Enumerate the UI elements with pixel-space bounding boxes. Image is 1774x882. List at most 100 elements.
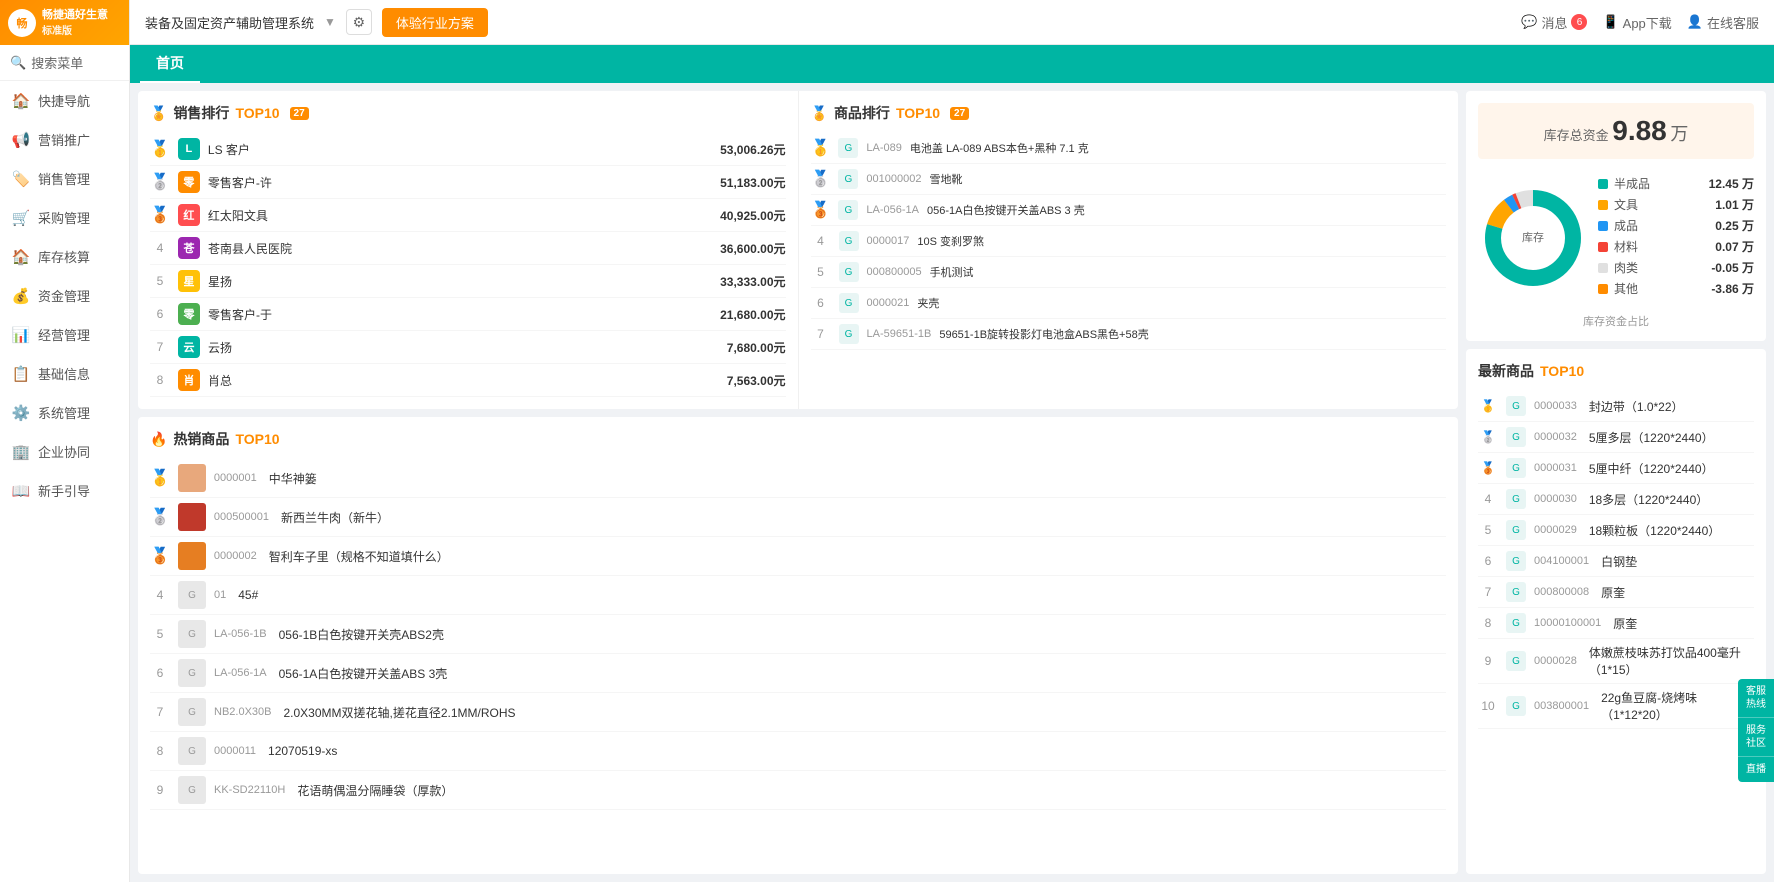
silver-medal-icon: 🥈 <box>150 172 170 192</box>
product-thumbnail: G <box>178 737 206 765</box>
product-top10-label: TOP10 <box>896 105 940 121</box>
list-item: 9 G 0000028 体嫩蔗枝味苏打饮品400毫升（1*15） <box>1478 639 1754 684</box>
product-ranking: 🏅 商品排行 TOP10 27 🥇 G LA-089 电池盖 LA-089 AB… <box>799 91 1459 409</box>
rank-number: 🥈 <box>1478 430 1498 444</box>
product-code: 000800005 <box>867 266 922 278</box>
table-row: 5 G 000800005 手机测试 <box>811 257 1447 288</box>
rank-amount: 7,563.00元 <box>727 372 786 389</box>
product-icon: G <box>839 262 859 282</box>
bronze-medal-icon: 🥉 <box>150 546 170 566</box>
sidebar-nav: 🏠 快捷导航 📢 营销推广 🏷️ 销售管理 🛒 采购管理 🏠 库存核算 💰 资金… <box>0 81 129 510</box>
product-code: 000800008 <box>1534 586 1589 598</box>
online-service-button[interactable]: 👤 在线客服 <box>1687 13 1759 32</box>
product-icon: G <box>838 200 858 220</box>
sidebar-item-quick-nav[interactable]: 🏠 快捷导航 <box>0 81 129 120</box>
nav-label-system: 系统管理 <box>38 403 90 422</box>
trial-button[interactable]: 体验行业方案 <box>382 8 488 37</box>
sidebar-item-basic-info[interactable]: 📋 基础信息 <box>0 354 129 393</box>
product-code: LA-056-1B <box>214 628 267 640</box>
product-name: 原奎 <box>1613 615 1754 632</box>
sidebar-item-sales[interactable]: 🏷️ 销售管理 <box>0 159 129 198</box>
list-item: 🥉 0000002 智利车子里（规格不知道填什么） <box>150 537 1446 576</box>
inventory-total-label: 库存总资金 <box>1544 128 1609 143</box>
nav-label-inventory: 库存核算 <box>38 247 90 266</box>
settings-button[interactable]: ⚙ <box>346 9 372 35</box>
inventory-card: 库存总资金 9.88 万 <box>1466 91 1766 341</box>
rank-avatar: L <box>178 138 200 160</box>
list-item: 5 G LA-056-1B 056-1B白色按键开关壳ABS2壳 <box>150 615 1446 654</box>
legend-dot <box>1598 221 1608 231</box>
rank-avatar: 肖 <box>178 369 200 391</box>
rank-number: 4 <box>150 241 170 255</box>
sales-badge: 27 <box>290 107 309 120</box>
sidebar-item-operation[interactable]: 📊 经营管理 <box>0 315 129 354</box>
search-menu[interactable]: 🔍 搜索菜单 <box>0 45 129 81</box>
legend-item-semifinished: 半成品 12.45 万 <box>1598 175 1754 192</box>
product-code: 01 <box>214 589 226 601</box>
search-icon: 🔍 <box>10 55 26 71</box>
rank-number: 6 <box>811 296 831 310</box>
list-item: 7 G NB2.0X30B 2.0X30MM双搓花轴,搓花直径2.1MM/ROH… <box>150 693 1446 732</box>
basic-info-icon: 📋 <box>12 365 30 383</box>
float-customer-service[interactable]: 客服热线 <box>1738 679 1774 718</box>
guide-icon: 📖 <box>12 482 30 500</box>
message-icon: 💬 <box>1521 14 1537 30</box>
product-icon: G <box>1506 696 1526 716</box>
sidebar-badge: 标准版 <box>42 22 108 37</box>
product-rank-table: 🥇 G LA-089 电池盖 LA-089 ABS本色+黑种 7.1 克 🥈 G… <box>811 133 1447 350</box>
rank-number: 8 <box>1478 616 1498 630</box>
product-name: 花语萌偶温分隔睡袋（厚款） <box>297 782 1446 799</box>
sidebar-item-enterprise[interactable]: 🏢 企业协同 <box>0 432 129 471</box>
rank-amount: 53,006.26元 <box>720 141 785 158</box>
nav-label-quick: 快捷导航 <box>38 91 90 110</box>
dropdown-icon[interactable]: ▼ <box>324 15 336 29</box>
product-code: LA-056-1A <box>214 667 267 679</box>
product-icon: G <box>839 231 859 251</box>
table-row: 🥇 G LA-089 电池盖 LA-089 ABS本色+黑种 7.1 克 <box>811 133 1447 164</box>
nav-label-enterprise: 企业协同 <box>38 442 90 461</box>
content-area: 🏅 销售排行 TOP10 27 🥇 L LS 客户 53,006.26元 <box>130 83 1774 882</box>
nav-tabs: 首页 <box>130 45 1774 83</box>
sales-rank-table: 🥇 L LS 客户 53,006.26元 🥈 零 零售客户-许 51,183.0… <box>150 133 786 397</box>
sidebar-item-system[interactable]: ⚙️ 系统管理 <box>0 393 129 432</box>
sidebar-item-finance[interactable]: 💰 资金管理 <box>0 276 129 315</box>
legend-name: 材料 <box>1614 238 1693 255</box>
operation-icon: 📊 <box>12 326 30 344</box>
tab-home-label: 首页 <box>156 55 184 71</box>
product-icon: G <box>1506 613 1526 633</box>
product-code: LA-089 <box>866 142 901 154</box>
bronze-medal-icon: 🥉 <box>150 205 170 225</box>
sidebar-item-guide[interactable]: 📖 新手引导 <box>0 471 129 510</box>
product-name: 雪地靴 <box>929 171 1446 187</box>
rank-number: 5 <box>811 265 831 279</box>
app-download-button[interactable]: 📱 App下载 <box>1602 13 1671 32</box>
rank-number: 9 <box>150 783 170 797</box>
inventory-icon: 🏠 <box>12 248 30 266</box>
product-thumbnail: G <box>178 620 206 648</box>
rank-avatar: 星 <box>178 270 200 292</box>
table-row: 7 云 云扬 7,680.00元 <box>150 331 786 364</box>
home-icon: 🏠 <box>12 92 30 110</box>
gold-medal-icon: 🥇 <box>811 138 831 158</box>
rank-number: 5 <box>1478 523 1498 537</box>
legend-dot <box>1598 179 1608 189</box>
donut-chart: 库存 <box>1478 183 1588 293</box>
sidebar-item-marketing[interactable]: 📢 营销推广 <box>0 120 129 159</box>
sidebar-item-purchase[interactable]: 🛒 采购管理 <box>0 198 129 237</box>
float-live[interactable]: 直播 <box>1738 757 1774 782</box>
legend-name: 半成品 <box>1614 175 1693 192</box>
product-code: 000500001 <box>214 511 269 523</box>
product-code: 0000029 <box>1534 524 1577 536</box>
float-service: 客服热线 服务社区 直播 <box>1738 679 1774 782</box>
sales-top10-label: TOP10 <box>235 105 279 121</box>
sidebar-item-inventory[interactable]: 🏠 库存核算 <box>0 237 129 276</box>
nav-label-basic-info: 基础信息 <box>38 364 90 383</box>
float-community[interactable]: 服务社区 <box>1738 718 1774 757</box>
message-button[interactable]: 💬 消息 6 <box>1521 13 1587 32</box>
tab-home[interactable]: 首页 <box>140 45 200 83</box>
product-thumbnail: G <box>178 659 206 687</box>
inventory-legend: 半成品 12.45 万 文具 1.01 万 成品 0.25 万 <box>1598 175 1754 301</box>
table-row: 4 苍 苍南县人民医院 36,600.00元 <box>150 232 786 265</box>
product-name: 手机测试 <box>930 264 1446 280</box>
rank-name: 红太阳文具 <box>208 207 712 224</box>
